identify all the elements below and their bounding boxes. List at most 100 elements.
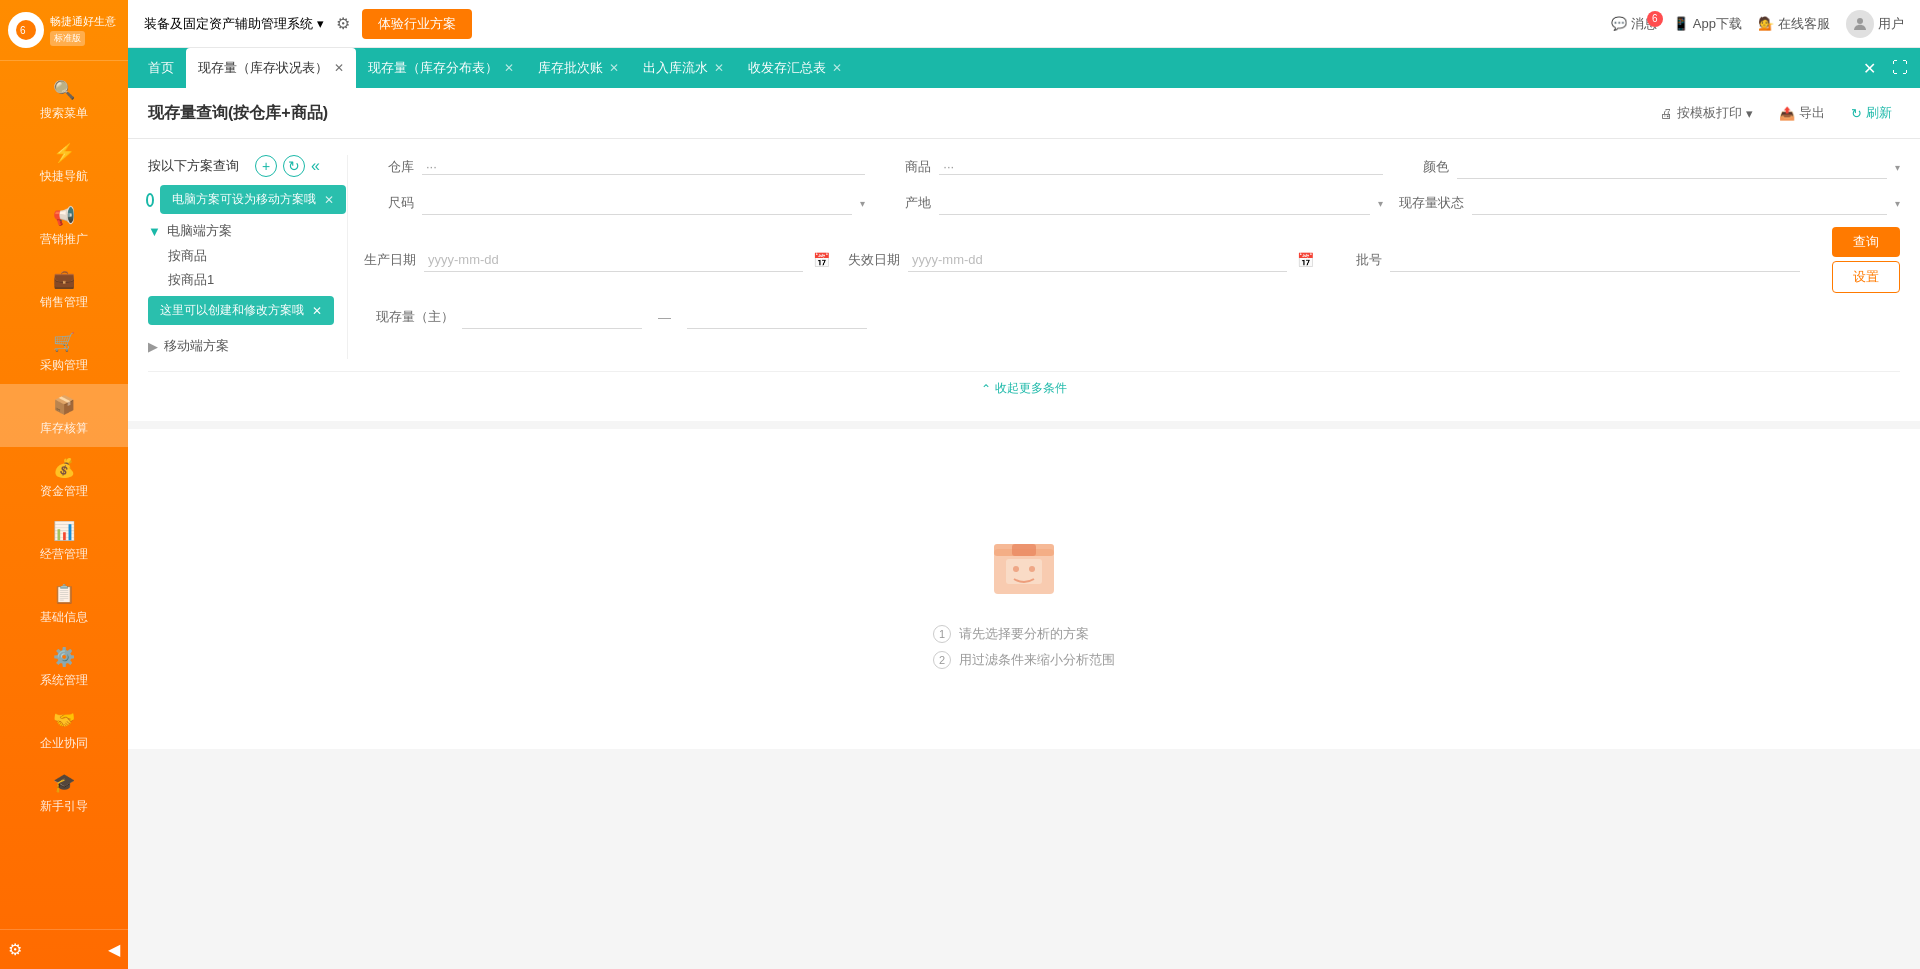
color-input[interactable] (1457, 155, 1887, 178)
sidebar-item-marketing[interactable]: 📢 营销推广 (0, 195, 128, 258)
tab-summary[interactable]: 收发存汇总表 ✕ (736, 48, 854, 88)
origin-input[interactable] (939, 191, 1369, 214)
scheme-desktop[interactable]: ▼ 电脑端方案 (148, 218, 339, 244)
print-icon: 🖨 (1660, 106, 1673, 121)
tab-batch-label: 库存批次账 (538, 59, 603, 77)
stock-main-to-input[interactable] (687, 305, 867, 328)
filter-top-row: 按以下方案查询 + ↻ « 电脑方案可设为移动方案哦 (148, 155, 1900, 359)
stock-status-dropdown-icon[interactable]: ▾ (1895, 198, 1900, 209)
sidebar-collapse-icon[interactable]: ◀ (108, 940, 120, 959)
goods-input-wrap: ··· (939, 159, 1382, 175)
color-dropdown-icon[interactable]: ▾ (1895, 162, 1900, 173)
sidebar-item-management[interactable]: 📊 经营管理 (0, 510, 128, 573)
warehouse-dots[interactable]: ··· (422, 159, 441, 174)
svg-point-0 (16, 20, 36, 40)
color-label: 颜色 (1399, 158, 1449, 176)
scheme-child-1[interactable]: 按商品 (168, 244, 339, 268)
trial-button[interactable]: 体验行业方案 (362, 9, 472, 39)
notification-item[interactable]: 💬 6 6 消息 (1611, 15, 1657, 33)
scheme-mobile-label: 移动端方案 (164, 337, 229, 355)
refresh-button[interactable]: ↻ 刷新 (1843, 100, 1900, 126)
basic-nav-icon: 📋 (53, 583, 75, 605)
export-button[interactable]: 📤 导出 (1771, 100, 1833, 126)
refresh-scheme-button[interactable]: ↻ (283, 155, 305, 177)
filter-label: 按以下方案查询 (148, 157, 239, 175)
marketing-nav-icon: 📢 (53, 205, 75, 227)
field-batch: 批号 (1332, 248, 1800, 272)
setting-button[interactable]: 设置 (1832, 261, 1900, 293)
production-date-input[interactable] (424, 248, 803, 271)
size-dropdown-icon[interactable]: ▾ (860, 198, 865, 209)
sidebar-item-finance[interactable]: 💰 资金管理 (0, 447, 128, 510)
field-warehouse: 仓库 ··· (364, 155, 865, 179)
expiry-date-calendar-icon[interactable]: 📅 (1295, 250, 1316, 270)
edit-tooltip-close[interactable]: ✕ (312, 304, 322, 318)
header-left: 装备及固定资产辅助管理系统 ▾ ⚙ 体验行业方案 (144, 9, 472, 39)
scheme-mobile[interactable]: ▶ 移动端方案 (148, 333, 339, 359)
support-icon: 💁 (1758, 16, 1774, 31)
query-button[interactable]: 查询 (1832, 227, 1900, 257)
tabs-expand-icon[interactable]: ⛶ (1888, 55, 1912, 81)
range-separator: — (650, 310, 679, 325)
search-nav-icon: 🔍 (53, 79, 75, 101)
logo-badge: 标准版 (50, 31, 85, 46)
tab-home[interactable]: 首页 (136, 48, 186, 88)
tab-inout-close[interactable]: ✕ (714, 61, 724, 75)
field-color: 颜色 ▾ (1399, 155, 1900, 179)
tab-summary-close[interactable]: ✕ (832, 61, 842, 75)
sidebar-settings-icon[interactable]: ⚙ (8, 940, 22, 959)
back-scheme-icon[interactable]: « (311, 157, 320, 175)
tab-inout[interactable]: 出入库流水 ✕ (631, 48, 736, 88)
sidebar-item-sales[interactable]: 💼 销售管理 (0, 258, 128, 321)
sidebar-item-system[interactable]: ⚙️ 系统管理 (0, 636, 128, 699)
origin-dropdown-icon[interactable]: ▾ (1378, 198, 1383, 209)
size-input[interactable] (422, 191, 852, 214)
filter-section: 按以下方案查询 + ↻ « 电脑方案可设为移动方案哦 (128, 139, 1920, 421)
tab-stock-dist-close[interactable]: ✕ (504, 61, 514, 75)
scheme-mobile-arrow: ▶ (148, 339, 158, 354)
scheme-child-2[interactable]: 按商品1 (168, 268, 339, 292)
stock-main-from-input[interactable] (462, 305, 642, 328)
sidebar-item-basic[interactable]: 📋 基础信息 (0, 573, 128, 636)
stock-status-input[interactable] (1472, 191, 1887, 214)
add-scheme-button[interactable]: + (255, 155, 277, 177)
sidebar-item-label: 新手引导 (40, 798, 88, 815)
sidebar-item-guide[interactable]: 🎓 新手引导 (0, 762, 128, 825)
page-actions: 🖨 按模板打印 ▾ 📤 导出 ↻ 刷新 (1652, 100, 1900, 126)
sidebar-item-enterprise[interactable]: 🤝 企业协同 (0, 699, 128, 762)
settings-icon[interactable]: ⚙ (336, 14, 350, 33)
production-date-calendar-icon[interactable]: 📅 (811, 250, 832, 270)
system-title-dropdown[interactable]: 装备及固定资产辅助管理系统 ▾ (144, 15, 324, 33)
filter-row-2: 尺码 ▾ 产地 ▾ (364, 191, 1900, 215)
empty-tip-2: 2 用过滤条件来缩小分析范围 (933, 651, 1115, 669)
logo-text: 畅捷通好生意 (50, 14, 116, 28)
tab-stock-status-close[interactable]: ✕ (334, 61, 344, 75)
sidebar-item-search[interactable]: 🔍 搜索菜单 (0, 69, 128, 132)
header-right: 💬 6 6 消息 📱 App下载 💁 在线客服 用户 (1611, 10, 1904, 38)
collapse-bar[interactable]: ⌃ 收起更多条件 (148, 371, 1900, 405)
scheme-tooltip-close[interactable]: ✕ (324, 193, 334, 207)
tab-stock-status[interactable]: 现存量（库存状况表） ✕ (186, 48, 356, 88)
connector-dot-1 (148, 195, 152, 205)
print-button[interactable]: 🖨 按模板打印 ▾ (1652, 100, 1761, 126)
field-origin: 产地 ▾ (881, 191, 1382, 215)
expiry-date-input[interactable] (908, 248, 1287, 271)
stock-main-label: 现存量（主） (364, 308, 454, 326)
sidebar-item-inventory[interactable]: 📦 库存核算 (0, 384, 128, 447)
sidebar-item-purchase[interactable]: 🛒 采购管理 (0, 321, 128, 384)
enterprise-nav-icon: 🤝 (53, 709, 75, 731)
tab-batch[interactable]: 库存批次账 ✕ (526, 48, 631, 88)
tab-batch-close[interactable]: ✕ (609, 61, 619, 75)
user-item[interactable]: 用户 (1846, 10, 1904, 38)
sidebar-item-label: 营销推广 (40, 231, 88, 248)
goods-dots[interactable]: ··· (939, 159, 958, 174)
tip-num-2: 2 (933, 651, 951, 669)
online-support-item[interactable]: 💁 在线客服 (1758, 15, 1830, 33)
scheme-child-2-label: 按商品1 (168, 271, 214, 289)
management-nav-icon: 📊 (53, 520, 75, 542)
app-download-item[interactable]: 📱 App下载 (1673, 15, 1742, 33)
sidebar-item-quick[interactable]: ⚡ 快捷导航 (0, 132, 128, 195)
batch-input[interactable] (1390, 248, 1800, 271)
tabs-close-all-icon[interactable]: ✕ (1859, 55, 1880, 82)
tab-stock-dist[interactable]: 现存量（库存分布表） ✕ (356, 48, 526, 88)
